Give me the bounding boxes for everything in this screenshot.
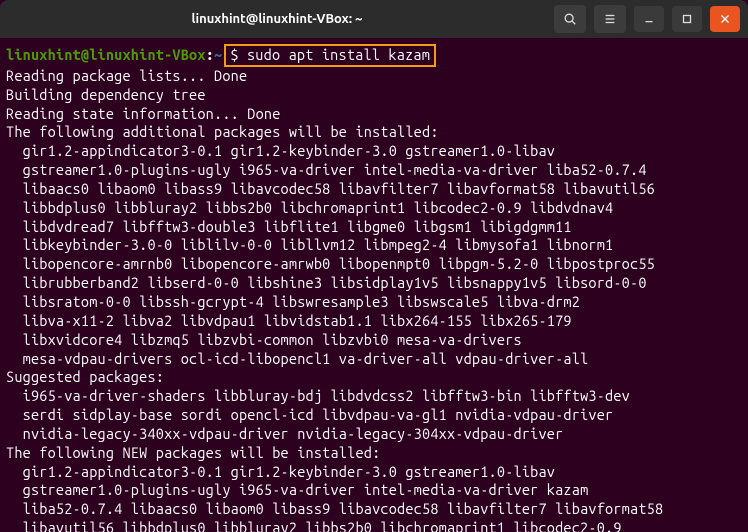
maximize-icon: [680, 12, 694, 26]
terminal-window: linuxhint@linuxhint-VBox: ~: [0, 0, 748, 532]
search-icon: [563, 12, 577, 26]
menu-button[interactable]: [594, 5, 626, 33]
prompt-separator: :: [206, 46, 214, 63]
highlighted-command: $ sudo apt install kazam: [224, 44, 436, 67]
minimize-button[interactable]: [634, 6, 664, 32]
hamburger-icon: [603, 12, 617, 26]
terminal-body[interactable]: linuxhint@linuxhint-VBox:~$ sudo apt ins…: [0, 38, 748, 532]
terminal-output: Reading package lists... Done Building d…: [6, 67, 663, 532]
titlebar: linuxhint@linuxhint-VBox: ~: [0, 0, 748, 38]
prompt-path: ~: [214, 46, 222, 63]
window-title: linuxhint@linuxhint-VBox: ~: [192, 12, 363, 26]
search-button[interactable]: [554, 5, 586, 33]
prompt-user-host: linuxhint@linuxhint-VBox: [6, 46, 206, 63]
maximize-button[interactable]: [672, 6, 702, 32]
minimize-icon: [642, 12, 656, 26]
close-icon: [718, 12, 732, 26]
close-button[interactable]: [710, 6, 740, 32]
